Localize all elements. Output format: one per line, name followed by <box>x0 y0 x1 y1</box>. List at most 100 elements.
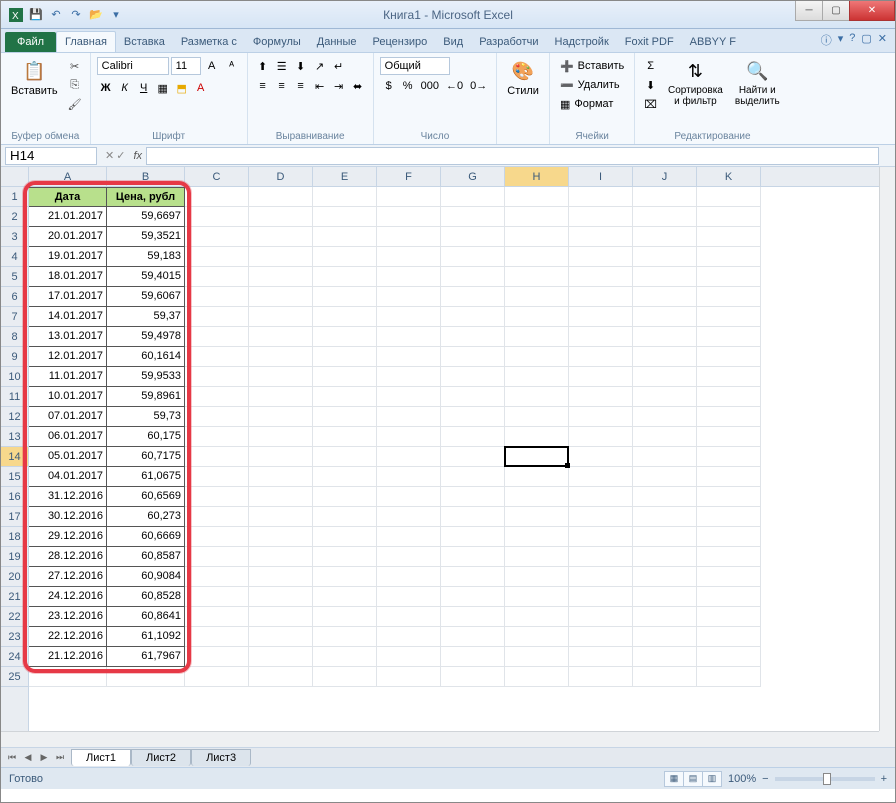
normal-view-button[interactable]: ▦ <box>664 771 684 787</box>
cell[interactable] <box>569 307 633 327</box>
cell[interactable]: 60,6669 <box>107 527 185 547</box>
cell[interactable] <box>249 467 313 487</box>
cell[interactable] <box>249 647 313 667</box>
maximize-button[interactable]: ▢ <box>822 1 850 21</box>
cell[interactable] <box>569 347 633 367</box>
cell[interactable]: 23.12.2016 <box>29 607 107 627</box>
column-header[interactable]: J <box>633 167 697 186</box>
cell[interactable] <box>377 567 441 587</box>
cell[interactable] <box>633 387 697 407</box>
cell[interactable]: 21.12.2016 <box>29 647 107 667</box>
cell[interactable] <box>249 427 313 447</box>
cell[interactable] <box>377 287 441 307</box>
row-header[interactable]: 25 <box>1 667 28 687</box>
window-restore-icon[interactable]: ▢ <box>861 32 871 48</box>
cell[interactable] <box>185 667 249 687</box>
cell[interactable] <box>633 307 697 327</box>
cell[interactable]: 04.01.2017 <box>29 467 107 487</box>
cell[interactable]: 59,73 <box>107 407 185 427</box>
ribbon-tab-8[interactable]: Надстройк <box>547 32 617 52</box>
cell[interactable] <box>185 587 249 607</box>
cell[interactable] <box>377 227 441 247</box>
cell[interactable] <box>441 367 505 387</box>
cell[interactable] <box>185 227 249 247</box>
select-all-button[interactable] <box>1 167 29 187</box>
cell[interactable] <box>505 567 569 587</box>
decrease-decimal-icon[interactable]: 0→ <box>467 77 490 95</box>
cell[interactable] <box>569 227 633 247</box>
cell[interactable] <box>313 447 377 467</box>
cell[interactable] <box>441 227 505 247</box>
cell[interactable] <box>697 427 761 447</box>
cell[interactable] <box>569 287 633 307</box>
cell[interactable] <box>313 647 377 667</box>
cell[interactable] <box>441 207 505 227</box>
cell[interactable] <box>505 287 569 307</box>
row-header[interactable]: 16 <box>1 487 28 507</box>
cell[interactable] <box>185 187 249 207</box>
cell[interactable] <box>697 607 761 627</box>
cell[interactable] <box>313 587 377 607</box>
cell[interactable]: 61,1092 <box>107 627 185 647</box>
cell[interactable] <box>377 627 441 647</box>
row-header[interactable]: 22 <box>1 607 28 627</box>
new-icon[interactable]: ▾ <box>107 6 125 24</box>
cell[interactable] <box>313 607 377 627</box>
sheet-tab[interactable]: Лист1 <box>71 749 131 766</box>
cell[interactable] <box>633 567 697 587</box>
cell[interactable] <box>569 427 633 447</box>
cell[interactable] <box>505 347 569 367</box>
percent-icon[interactable]: % <box>399 77 417 95</box>
row-header[interactable]: 20 <box>1 567 28 587</box>
row-header[interactable]: 6 <box>1 287 28 307</box>
cell[interactable]: 59,4978 <box>107 327 185 347</box>
cell[interactable] <box>505 187 569 207</box>
cell[interactable]: 12.01.2017 <box>29 347 107 367</box>
ribbon-tab-2[interactable]: Разметка с <box>173 32 245 52</box>
cell[interactable] <box>185 367 249 387</box>
cell[interactable] <box>505 467 569 487</box>
cell[interactable] <box>569 647 633 667</box>
cell[interactable] <box>313 247 377 267</box>
cell[interactable] <box>569 267 633 287</box>
cell[interactable] <box>377 667 441 687</box>
ribbon-tab-4[interactable]: Данные <box>309 32 365 52</box>
cell[interactable] <box>249 447 313 467</box>
cell[interactable] <box>441 627 505 647</box>
cell[interactable] <box>249 367 313 387</box>
cell[interactable] <box>185 467 249 487</box>
cell[interactable] <box>185 307 249 327</box>
cell[interactable] <box>249 487 313 507</box>
cell[interactable] <box>249 227 313 247</box>
cell[interactable] <box>185 567 249 587</box>
italic-button[interactable]: К <box>116 79 134 97</box>
cell[interactable] <box>569 447 633 467</box>
cell[interactable] <box>185 387 249 407</box>
cell[interactable] <box>569 587 633 607</box>
cut-icon[interactable]: ✂ <box>66 57 84 75</box>
ribbon-tab-7[interactable]: Разработчи <box>471 32 546 52</box>
cell[interactable] <box>249 347 313 367</box>
clear-icon[interactable]: ⌧ <box>641 95 660 113</box>
cell[interactable]: 61,0675 <box>107 467 185 487</box>
cell[interactable] <box>249 247 313 267</box>
cell[interactable] <box>505 447 569 467</box>
autosum-icon[interactable]: Σ <box>641 57 660 75</box>
wrap-text-icon[interactable]: ↵ <box>330 57 348 75</box>
cell[interactable]: 59,4015 <box>107 267 185 287</box>
cell[interactable] <box>633 587 697 607</box>
cell[interactable] <box>441 647 505 667</box>
cell[interactable] <box>569 527 633 547</box>
cell[interactable] <box>249 527 313 547</box>
ribbon-tab-3[interactable]: Формулы <box>245 32 309 52</box>
cell[interactable] <box>377 647 441 667</box>
cell[interactable] <box>185 487 249 507</box>
cell[interactable] <box>185 267 249 287</box>
cell[interactable]: 05.01.2017 <box>29 447 107 467</box>
page-layout-button[interactable]: ▤ <box>683 771 703 787</box>
cell[interactable] <box>377 447 441 467</box>
cell[interactable] <box>185 247 249 267</box>
cell[interactable]: 14.01.2017 <box>29 307 107 327</box>
row-header[interactable]: 4 <box>1 247 28 267</box>
cell[interactable] <box>185 427 249 447</box>
